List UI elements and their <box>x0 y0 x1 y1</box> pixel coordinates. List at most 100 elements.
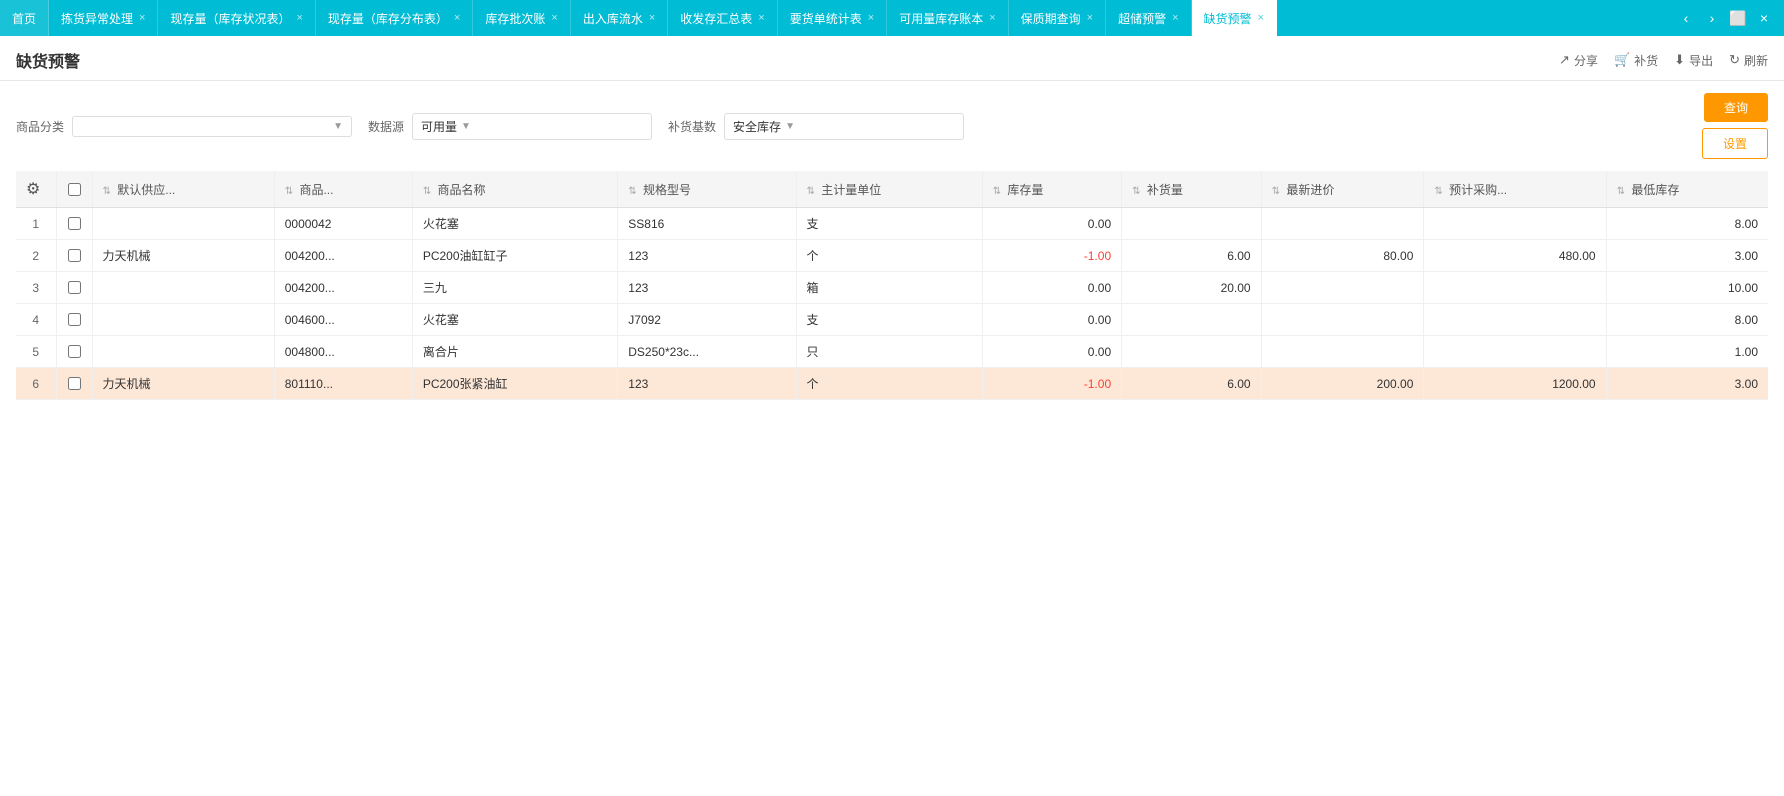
replenish-base-value: 安全库存 <box>733 118 781 135</box>
category-select[interactable]: ▼ <box>72 116 352 137</box>
row-select-4[interactable] <box>68 313 81 326</box>
tab-expiry-query[interactable]: 保质期查询 × <box>1009 0 1106 36</box>
close-overstock-tab[interactable]: × <box>1172 12 1178 24</box>
nav-prev-button[interactable]: ‹ <box>1674 6 1698 30</box>
nav-close-button[interactable]: × <box>1752 6 1776 30</box>
col-replenish[interactable]: 补货量 <box>1122 171 1261 208</box>
col-stock[interactable]: 库存量 <box>982 171 1121 208</box>
nav-restore-button[interactable]: ⬜ <box>1726 6 1750 30</box>
tab-receive-summary-label: 收发存汇总表 <box>680 10 752 27</box>
tab-exception[interactable]: 拣货异常处理 × <box>49 0 158 36</box>
replenish-base-select[interactable]: 安全库存 ▼ <box>724 113 964 140</box>
page-title: 缺货预警 <box>16 48 80 72</box>
tab-shortage[interactable]: 缺货预警 × <box>1192 0 1277 36</box>
row-select-1[interactable] <box>68 217 81 230</box>
close-receive-summary-tab[interactable]: × <box>758 12 764 24</box>
row-latest-price-1 <box>1261 208 1424 240</box>
row-latest-price-2: 80.00 <box>1261 240 1424 272</box>
tab-overstock[interactable]: 超储预警 × <box>1106 0 1191 36</box>
share-action[interactable]: ↗ 分享 <box>1559 52 1598 69</box>
table-row: 4 004600... 火花塞 J7092 支 0.00 8.00 <box>16 304 1768 336</box>
refresh-label: 刷新 <box>1744 52 1768 69</box>
col-unit[interactable]: 主计量单位 <box>796 171 982 208</box>
replenish-base-label: 补货基数 <box>668 118 716 135</box>
row-select-6[interactable] <box>68 377 81 390</box>
col-product-code[interactable]: 商品... <box>274 171 412 208</box>
row-est-purchase-2: 480.00 <box>1424 240 1606 272</box>
close-inout-flow-tab[interactable]: × <box>649 12 655 24</box>
row-supplier-4 <box>92 304 274 336</box>
row-min-stock-4: 8.00 <box>1606 304 1768 336</box>
row-checkbox-1[interactable] <box>56 208 92 240</box>
tab-order-stats[interactable]: 要货单统计表 × <box>778 0 887 36</box>
close-available-ledger-tab[interactable]: × <box>989 12 995 24</box>
export-action[interactable]: ⬇ 导出 <box>1674 52 1713 69</box>
row-select-3[interactable] <box>68 281 81 294</box>
row-min-stock-3: 10.00 <box>1606 272 1768 304</box>
close-order-stats-tab[interactable]: × <box>868 12 874 24</box>
refresh-icon: ↻ <box>1729 52 1740 68</box>
row-checkbox-4[interactable] <box>56 304 92 336</box>
tab-expiry-query-label: 保质期查询 <box>1021 10 1081 27</box>
query-button[interactable]: 查询 <box>1704 93 1768 122</box>
select-all-checkbox[interactable] <box>68 183 81 196</box>
tab-inventory-status[interactable]: 现存量（库存状况表） × <box>158 0 315 36</box>
tab-inout-flow[interactable]: 出入库流水 × <box>571 0 668 36</box>
col-gear[interactable]: ⚙ <box>16 171 56 208</box>
col-unit-label: 主计量单位 <box>821 183 881 197</box>
setting-button[interactable]: 设置 <box>1702 128 1768 159</box>
row-num-5: 5 <box>16 336 56 368</box>
tab-order-stats-label: 要货单统计表 <box>790 10 862 27</box>
row-supplier-3 <box>92 272 274 304</box>
col-latest-price[interactable]: 最新进价 <box>1261 171 1424 208</box>
row-stock-1: 0.00 <box>982 208 1121 240</box>
close-inventory-status-tab[interactable]: × <box>296 12 302 24</box>
col-product-name[interactable]: 商品名称 <box>412 171 617 208</box>
refresh-action[interactable]: ↻ 刷新 <box>1729 52 1768 69</box>
row-replenish-6: 6.00 <box>1122 368 1261 400</box>
tab-shortage-label: 缺货预警 <box>1204 10 1252 27</box>
tab-available-ledger-label: 可用量库存账本 <box>899 10 983 27</box>
tab-receive-summary[interactable]: 收发存汇总表 × <box>668 0 777 36</box>
row-select-2[interactable] <box>68 249 81 262</box>
row-spec-3: 123 <box>618 272 796 304</box>
row-product-name-1: 火花塞 <box>412 208 617 240</box>
replenish-label: 补货 <box>1634 52 1658 69</box>
tab-inout-flow-label: 出入库流水 <box>583 10 643 27</box>
col-checkbox <box>56 171 92 208</box>
nav-next-button[interactable]: › <box>1700 6 1724 30</box>
main-content: 缺货预警 ↗ 分享 🛒 补货 ⬇ 导出 ↻ 刷新 商品分类 <box>0 36 1784 796</box>
col-supplier[interactable]: 默认供应... <box>92 171 274 208</box>
col-est-purchase[interactable]: 预计采购... <box>1424 171 1606 208</box>
tab-inventory-dist[interactable]: 现存量（库存分布表） × <box>316 0 473 36</box>
row-replenish-4 <box>1122 304 1261 336</box>
col-min-stock[interactable]: 最低库存 <box>1606 171 1768 208</box>
page-header: 缺货预警 ↗ 分享 🛒 补货 ⬇ 导出 ↻ 刷新 <box>0 36 1784 81</box>
close-inventory-dist-tab[interactable]: × <box>454 12 460 24</box>
row-product-name-6: PC200张紧油缸 <box>412 368 617 400</box>
close-expiry-query-tab[interactable]: × <box>1087 12 1093 24</box>
col-supplier-label: 默认供应... <box>117 183 175 197</box>
tab-available-ledger[interactable]: 可用量库存账本 × <box>887 0 1008 36</box>
row-checkbox-6[interactable] <box>56 368 92 400</box>
col-spec[interactable]: 规格型号 <box>618 171 796 208</box>
replenish-action[interactable]: 🛒 补货 <box>1614 52 1658 69</box>
row-checkbox-5[interactable] <box>56 336 92 368</box>
row-checkbox-2[interactable] <box>56 240 92 272</box>
row-product-name-5: 离合片 <box>412 336 617 368</box>
row-product-code-3: 004200... <box>274 272 412 304</box>
close-batch-account-tab[interactable]: × <box>551 12 557 24</box>
replenish-icon: 🛒 <box>1614 52 1630 68</box>
row-supplier-1 <box>92 208 274 240</box>
row-latest-price-3 <box>1261 272 1424 304</box>
datasource-filter-group: 数据源 可用量 ▼ <box>368 113 652 140</box>
close-exception-tab[interactable]: × <box>139 12 145 24</box>
row-select-5[interactable] <box>68 345 81 358</box>
tab-batch-account[interactable]: 库存批次账 × <box>473 0 570 36</box>
tab-home[interactable]: 首页 <box>0 0 49 36</box>
close-shortage-tab[interactable]: × <box>1258 12 1264 24</box>
datasource-select[interactable]: 可用量 ▼ <box>412 113 652 140</box>
row-checkbox-3[interactable] <box>56 272 92 304</box>
datasource-value: 可用量 <box>421 118 457 135</box>
gear-icon[interactable]: ⚙ <box>26 181 40 198</box>
